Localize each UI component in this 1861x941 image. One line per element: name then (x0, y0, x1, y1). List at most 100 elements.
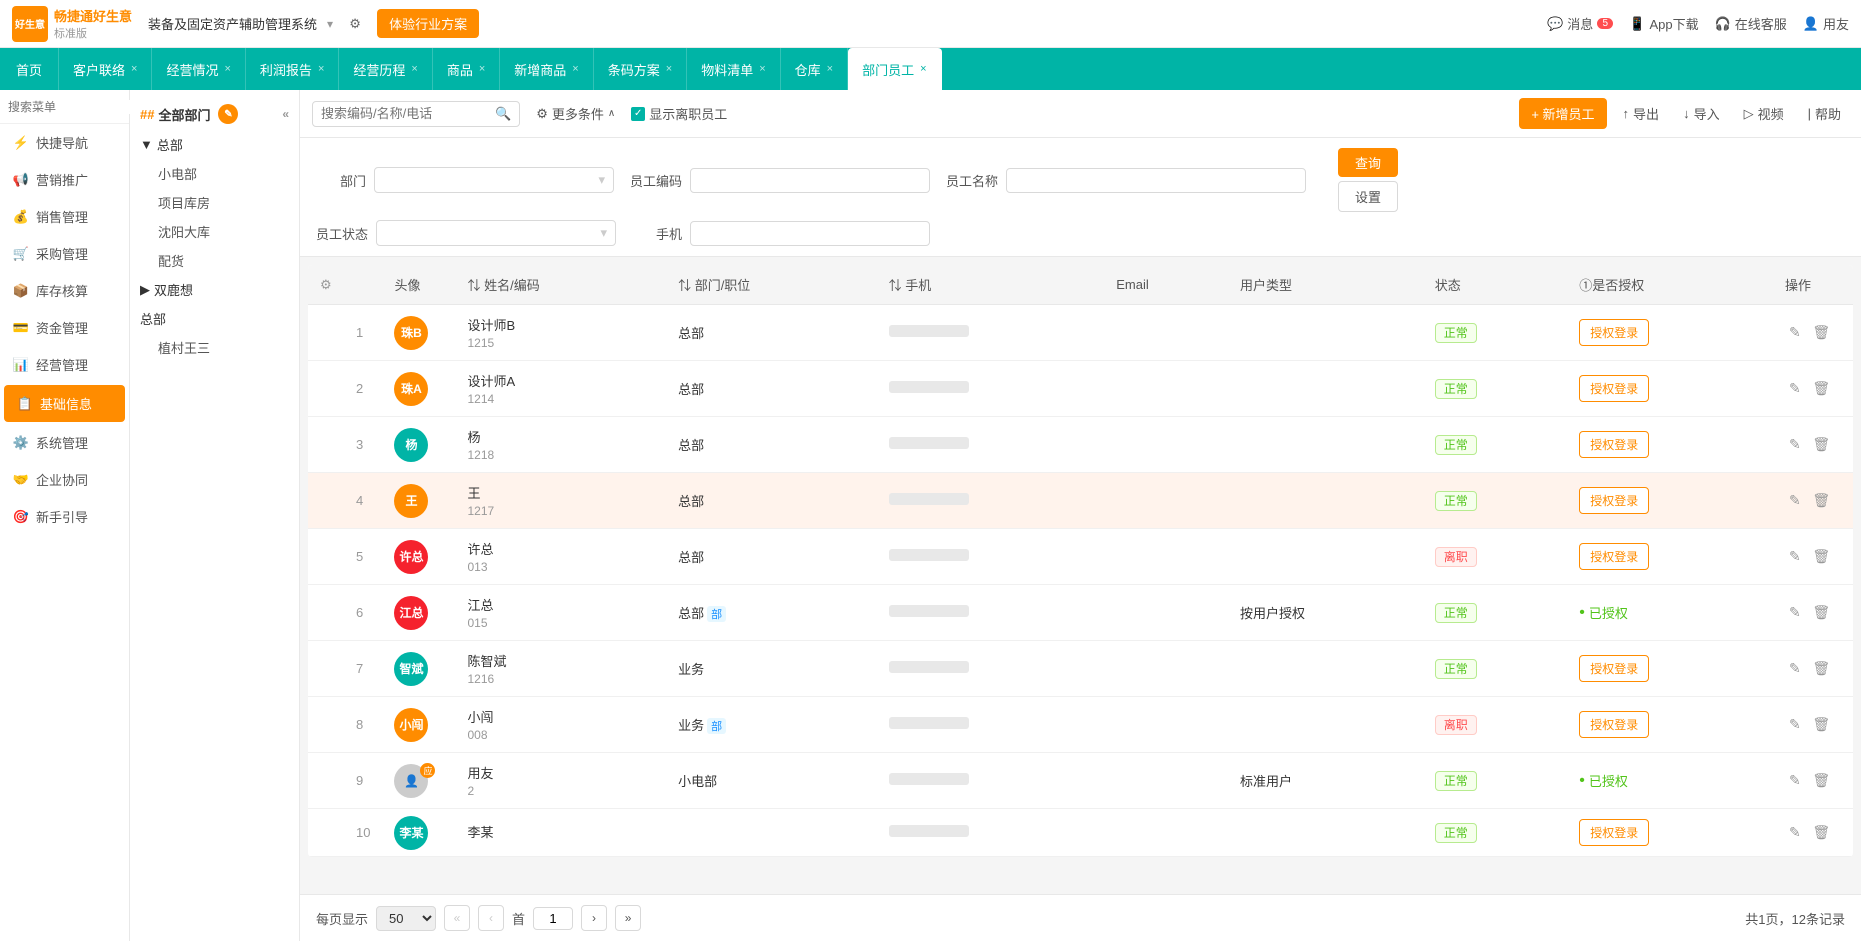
td-ops: ✎ 🗑 (1773, 641, 1853, 697)
edit-button[interactable]: ✎ (1785, 322, 1805, 342)
online-service-action[interactable]: 🎧 在线客服 (1715, 14, 1787, 33)
dept-item-peihuo[interactable]: 配货 (130, 246, 299, 275)
edit-button[interactable]: ✎ (1785, 378, 1805, 398)
tab-barcode[interactable]: 条码方案 × (594, 48, 687, 90)
edit-button[interactable]: ✎ (1785, 714, 1805, 734)
tab-history[interactable]: 经营历程 × (339, 48, 432, 90)
help-button[interactable]: | 帮助 (1800, 100, 1849, 127)
edit-button[interactable]: ✎ (1785, 822, 1805, 842)
auth-button[interactable]: 授权登录 (1579, 543, 1649, 570)
sidebar-item-sales[interactable]: 💰 销售管理 (0, 198, 129, 235)
delete-button[interactable]: 🗑 (1808, 546, 1834, 566)
tab-employees[interactable]: 部门员工 × (848, 48, 941, 90)
delete-button[interactable]: 🗑 (1808, 658, 1834, 678)
page-number-input[interactable] (533, 907, 573, 930)
delete-button[interactable]: 🗑 (1808, 322, 1834, 342)
sidebar-item-purchase[interactable]: 🛒 采购管理 (0, 235, 129, 272)
delete-button[interactable]: 🗑 (1808, 378, 1834, 398)
sidebar-item-marketing[interactable]: 📢 营销推广 (0, 161, 129, 198)
search-input[interactable] (321, 106, 491, 121)
edit-button[interactable]: ✎ (1785, 658, 1805, 678)
edit-button[interactable]: ✎ (1785, 434, 1805, 454)
tab-warehouse[interactable]: 仓库 × (781, 48, 848, 90)
search-button[interactable]: 查询 (1338, 148, 1398, 177)
last-page-btn[interactable]: » (615, 905, 641, 931)
auth-button[interactable]: 授权登录 (1579, 711, 1649, 738)
td-avatar: 👤 应 (382, 753, 455, 809)
td-auth: 已授权 (1567, 753, 1773, 809)
video-button[interactable]: ▷ 视频 (1736, 100, 1792, 127)
th-dept[interactable]: ⇅ 部门/职位 (666, 265, 877, 305)
tab-operation[interactable]: 经营情况 × (152, 48, 245, 90)
prev-page-btn[interactable]: ‹ (478, 905, 504, 931)
tab-material[interactable]: 物料清单 × (687, 48, 780, 90)
sidebar-item-bizmanage[interactable]: 📊 经营管理 (0, 346, 129, 383)
delete-button[interactable]: 🗑 (1808, 714, 1834, 734)
show-resigned-toggle[interactable]: ✓ 显示离职员工 (631, 104, 727, 123)
dept-select[interactable]: ▾ (374, 167, 614, 193)
empstatus-select[interactable]: ▾ (376, 220, 616, 246)
edit-button[interactable]: ✎ (1785, 770, 1805, 790)
delete-button[interactable]: 🗑 (1808, 490, 1834, 510)
more-filter-btn[interactable]: ⚙ 更多条件 ∧ (528, 100, 623, 127)
sidebar-item-quicknav[interactable]: ⚡ 快捷导航 (0, 124, 129, 161)
dept-item-shuanglu[interactable]: ▶ 双鹿想 (130, 275, 299, 304)
auth-button[interactable]: 授权登录 (1579, 319, 1649, 346)
dept-edit-icon[interactable]: ✎ (218, 104, 238, 124)
th-phone[interactable]: ⇅ 手机 (877, 265, 1105, 305)
tab-customer[interactable]: 客户联络 × (59, 48, 152, 90)
per-page-select[interactable]: 50 100 (376, 906, 436, 931)
sidebar-item-guide[interactable]: 🎯 新手引导 (0, 498, 129, 535)
dept-item-project[interactable]: 项目库房 (130, 188, 299, 217)
auth-button[interactable]: 授权登录 (1579, 375, 1649, 402)
delete-button[interactable]: 🗑 (1808, 434, 1834, 454)
tab-add-goods[interactable]: 新增商品 × (500, 48, 593, 90)
first-page-btn[interactable]: « (444, 905, 470, 931)
sidebar-item-sysmanage[interactable]: ⚙️ 系统管理 (0, 424, 129, 461)
user-action[interactable]: 👤 用友 (1803, 14, 1849, 33)
settings-icon[interactable]: ⚙ (341, 10, 369, 38)
phone-input[interactable] (690, 221, 930, 246)
tab-home[interactable]: 首页 (0, 48, 59, 90)
import-button[interactable]: ↓ 导入 (1675, 100, 1728, 127)
th-settings[interactable]: ⚙ (308, 265, 344, 305)
edit-button[interactable]: ✎ (1785, 602, 1805, 622)
dept-collapse-btn[interactable]: « (282, 107, 289, 121)
app-download-action[interactable]: 📱 App下载 (1629, 14, 1698, 33)
export-button[interactable]: ↑ 导出 (1615, 100, 1668, 127)
tab-goods[interactable]: 商品 × (433, 48, 500, 90)
delete-button[interactable]: 🗑 (1808, 602, 1834, 622)
td-phone (877, 417, 1105, 473)
edit-button[interactable]: ✎ (1785, 546, 1805, 566)
auth-button[interactable]: 授权登录 (1579, 487, 1649, 514)
sidebar-item-finance[interactable]: 💳 资金管理 (0, 309, 129, 346)
dept-item-zongbu[interactable]: 总部 (130, 304, 299, 333)
dept-item-xiaodian[interactable]: 小电部 (130, 159, 299, 188)
add-employee-button[interactable]: + 新增员工 (1519, 98, 1606, 129)
system-dropdown-arrow[interactable]: ▾ (327, 17, 333, 31)
sysmanage-icon: ⚙️ (12, 434, 30, 452)
sidebar-item-collab[interactable]: 🤝 企业协同 (0, 461, 129, 498)
reset-button[interactable]: 设置 (1338, 181, 1398, 212)
delete-button[interactable]: 🗑 (1808, 822, 1834, 842)
auth-button[interactable]: 授权登录 (1579, 655, 1649, 682)
dept-item-shenyang[interactable]: 沈阳大库 (130, 217, 299, 246)
table-row: 3 杨 杨 1218 总部 正常 授权登录 ✎ 🗑 (308, 417, 1853, 473)
empcode-input[interactable] (690, 168, 930, 193)
sidebar-item-basic[interactable]: 📋 基础信息 (4, 385, 125, 422)
dept-dropdown-icon: ▾ (598, 172, 605, 188)
message-action[interactable]: 💬 消息 5 (1547, 14, 1613, 33)
th-name[interactable]: ⇅ 姓名/编码 (455, 265, 666, 305)
next-page-btn[interactable]: › (581, 905, 607, 931)
edit-button[interactable]: ✎ (1785, 490, 1805, 510)
auth-button[interactable]: 授权登录 (1579, 819, 1649, 846)
trial-button[interactable]: 体验行业方案 (377, 9, 479, 38)
delete-button[interactable]: 🗑 (1808, 770, 1834, 790)
sidebar-item-inventory[interactable]: 📦 库存核算 (0, 272, 129, 309)
empname-input[interactable] (1006, 168, 1306, 193)
dept-item-zhicun[interactable]: 植村王三 (130, 333, 299, 362)
tab-profit[interactable]: 利润报告 × (246, 48, 339, 90)
per-page-label: 每页显示 (316, 909, 368, 928)
dept-item-head[interactable]: ▼ 总部 (130, 130, 299, 159)
auth-button[interactable]: 授权登录 (1579, 431, 1649, 458)
